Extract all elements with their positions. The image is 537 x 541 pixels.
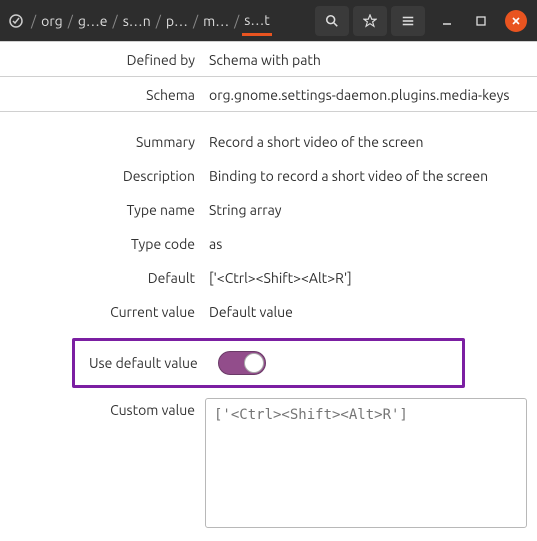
row-schema: Schema org.gnome.settings-daemon.plugins… — [0, 76, 537, 112]
value-defined-by: Schema with path — [205, 50, 527, 68]
crumb-sep: / — [28, 13, 39, 29]
custom-value-input[interactable] — [205, 398, 527, 528]
crumb-sep: / — [190, 13, 201, 29]
value-summary: Record a short video of the screen — [205, 132, 527, 150]
row-typename: Type name String array — [0, 192, 537, 226]
maximize-button[interactable] — [471, 11, 491, 31]
crumb-sep: / — [153, 13, 164, 29]
row-summary: Summary Record a short video of the scre… — [0, 124, 537, 158]
label-summary: Summary — [10, 132, 205, 150]
crumb-settings-daemon[interactable]: s…n — [121, 7, 153, 35]
label-defined-by: Defined by — [10, 50, 205, 68]
search-icon — [325, 14, 339, 28]
menu-button[interactable] — [391, 6, 425, 36]
value-current-value: Default value — [205, 302, 527, 320]
minimize-button[interactable] — [437, 11, 457, 31]
row-default: Default ['<Ctrl><Shift><Alt>R'] — [0, 260, 537, 294]
window-controls — [437, 10, 527, 32]
value-description: Binding to record a short video of the s… — [205, 166, 527, 184]
label-default: Default — [10, 268, 205, 286]
titlebar: / org / g…e / s…n / p… / m… / s…t — [0, 0, 537, 42]
crumb-sep: / — [110, 13, 121, 29]
minimize-icon — [442, 16, 452, 26]
bookmark-button[interactable] — [353, 6, 387, 36]
use-default-toggle[interactable] — [218, 351, 266, 375]
row-typecode: Type code as — [0, 226, 537, 260]
row-defined-by: Defined by Schema with path — [0, 41, 537, 77]
value-typecode: as — [205, 234, 527, 252]
row-custom-value: Custom value — [0, 398, 537, 538]
app-icon — [6, 11, 26, 31]
close-button[interactable] — [505, 10, 527, 32]
crumb-sep: / — [65, 13, 76, 29]
value-schema: org.gnome.settings-daemon.plugins.media-… — [205, 85, 527, 103]
label-custom-value: Custom value — [10, 398, 205, 528]
label-description: Description — [10, 166, 205, 184]
crumb-plugins[interactable]: p… — [164, 7, 190, 35]
hamburger-icon — [401, 14, 415, 28]
close-icon — [511, 16, 521, 26]
crumb-current[interactable]: s…t — [242, 6, 272, 36]
content-area: Defined by Schema with path Schema org.g… — [0, 41, 537, 538]
crumb-media-keys[interactable]: m… — [201, 7, 231, 35]
value-typename: String array — [205, 200, 527, 218]
label-schema: Schema — [10, 85, 205, 103]
crumb-gnome[interactable]: g…e — [76, 7, 110, 35]
row-use-default: Use default value — [72, 338, 465, 388]
search-button[interactable] — [315, 6, 349, 36]
crumb-org[interactable]: org — [39, 7, 65, 35]
toggle-knob — [244, 353, 264, 373]
crumb-sep: / — [231, 13, 242, 29]
label-use-default: Use default value — [83, 355, 218, 371]
breadcrumb: / org / g…e / s…n / p… / m… / s…t — [28, 6, 311, 36]
label-typename: Type name — [10, 200, 205, 218]
maximize-icon — [476, 16, 486, 26]
row-description: Description Binding to record a short vi… — [0, 158, 537, 192]
star-icon — [363, 14, 377, 28]
label-typecode: Type code — [10, 234, 205, 252]
row-current-value: Current value Default value — [0, 294, 537, 328]
label-current-value: Current value — [10, 302, 205, 320]
value-default: ['<Ctrl><Shift><Alt>R'] — [205, 268, 527, 286]
